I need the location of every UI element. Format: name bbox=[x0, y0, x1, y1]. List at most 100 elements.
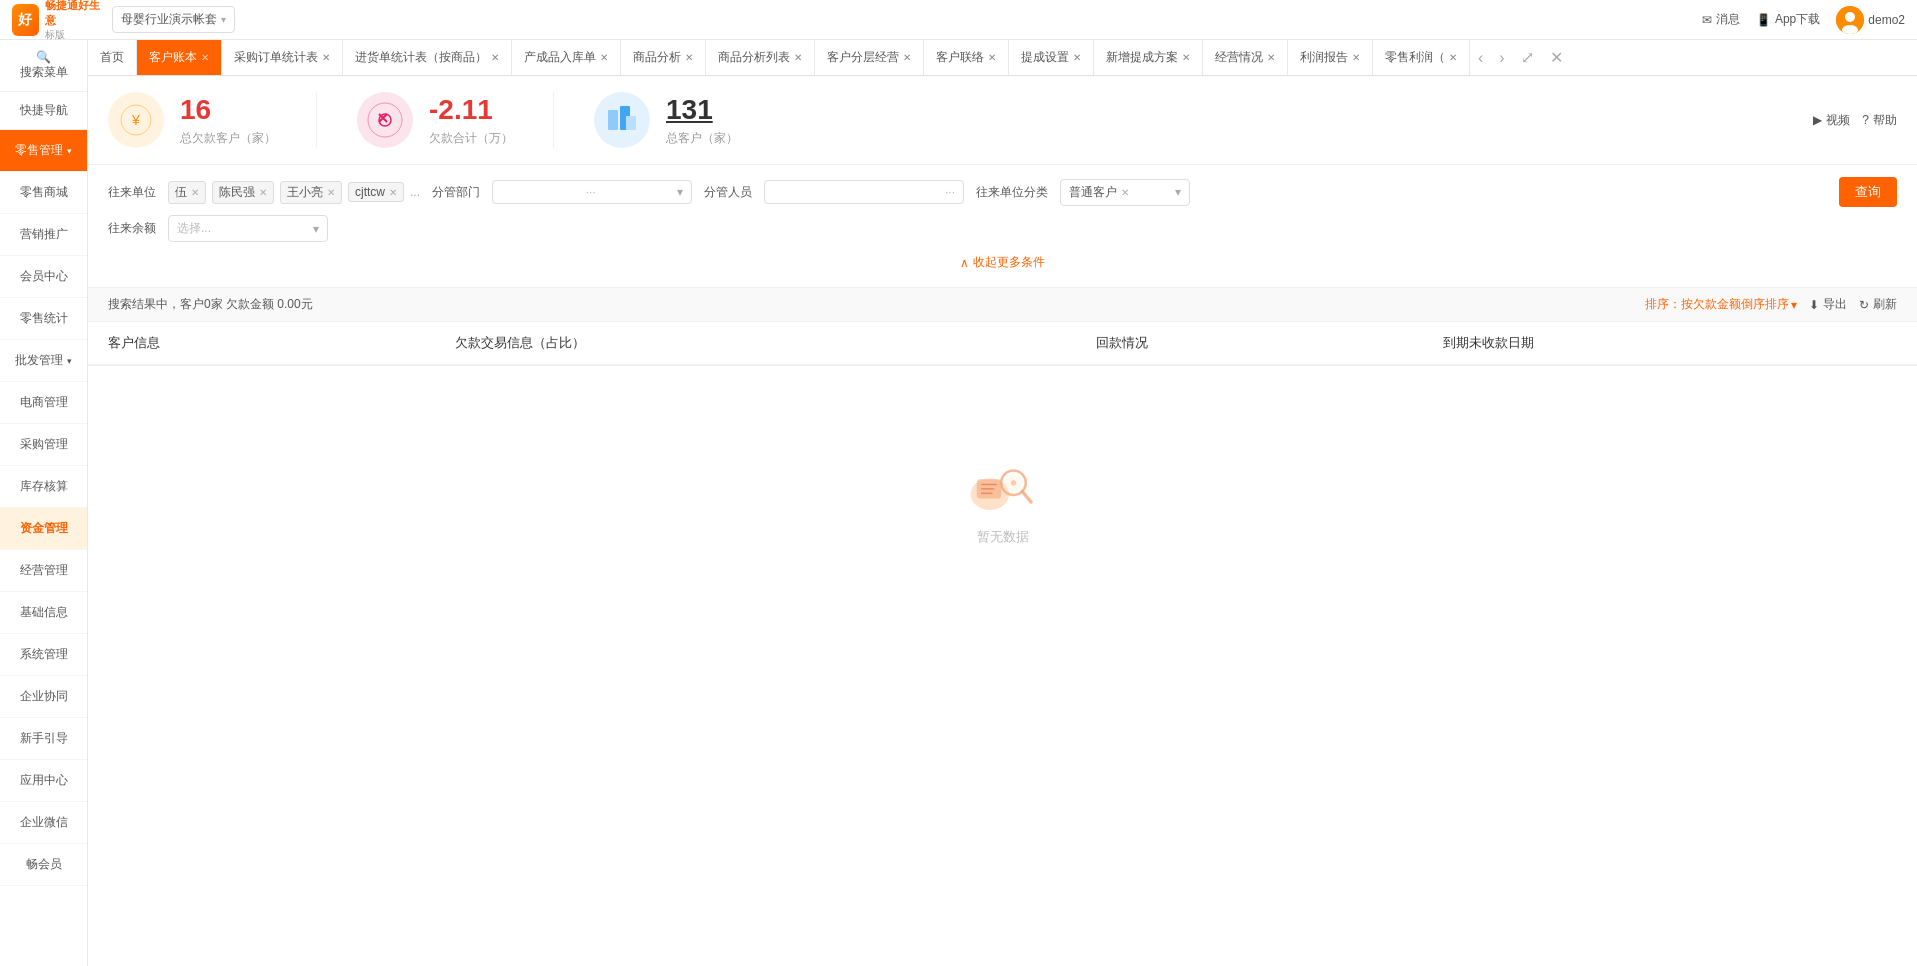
inner-page: ¥ 16 总欠款客户（家） bbox=[88, 76, 1917, 966]
sidebar-item-operation-mgmt[interactable]: 经营管理 bbox=[0, 550, 87, 592]
sidebar-quick-nav[interactable]: 快捷导航 bbox=[0, 92, 87, 130]
filter-dept-label: 分管部门 bbox=[432, 184, 480, 201]
stat-total-debt: -2.11 欠款合计（万） bbox=[357, 92, 554, 148]
sidebar-item-enterprise-wechat[interactable]: 企业微信 bbox=[0, 802, 87, 844]
video-btn[interactable]: ▶ 视频 bbox=[1813, 112, 1850, 129]
table-header-row: 客户信息 欠款交易信息（占比） 回款情况 到期未收款日期 bbox=[88, 322, 1917, 365]
top-right-actions: ✉ 消息 📱 App下载 demo2 bbox=[1702, 6, 1905, 34]
export-btn[interactable]: ⬇ 导出 bbox=[1809, 296, 1847, 313]
remove-tag-1[interactable]: ✕ bbox=[259, 187, 267, 198]
collapse-filter-btn[interactable]: ∧ 收起更多条件 bbox=[108, 250, 1897, 275]
sidebar-item-marketing[interactable]: 营销推广 bbox=[0, 214, 87, 256]
sort-select[interactable]: 排序：按欠款金额倒序排序 ▾ bbox=[1645, 296, 1797, 313]
tab-product-inbound[interactable]: 产成品入库单 ✕ bbox=[512, 40, 621, 75]
tab-purchase-order[interactable]: 采购订单统计表 ✕ bbox=[222, 40, 343, 75]
tab-customer-contact[interactable]: 客户联络 ✕ bbox=[924, 40, 1009, 75]
close-tab-retail-profit[interactable]: ✕ bbox=[1449, 52, 1457, 63]
close-tab-customer-contact[interactable]: ✕ bbox=[988, 52, 996, 63]
tab-inbound-stat[interactable]: 进货单统计表（按商品） ✕ bbox=[343, 40, 512, 75]
tab-account[interactable]: 客户账本 ✕ bbox=[137, 40, 222, 75]
tab-expand-btn[interactable]: ⤢ bbox=[1513, 40, 1542, 75]
sidebar-item-new-guide[interactable]: 新手引导 bbox=[0, 718, 87, 760]
close-tab-profit-report[interactable]: ✕ bbox=[1352, 52, 1360, 63]
sidebar-item-inventory[interactable]: 库存核算 bbox=[0, 466, 87, 508]
sidebar-item-member-center[interactable]: 会员中心 bbox=[0, 256, 87, 298]
sidebar-item-retail-mall[interactable]: 零售商城 bbox=[0, 172, 87, 214]
app-download-btn[interactable]: 📱 App下载 bbox=[1756, 11, 1820, 28]
sidebar-item-app-center[interactable]: 应用中心 bbox=[0, 760, 87, 802]
help-btn[interactable]: ? 帮助 bbox=[1862, 112, 1897, 129]
filter-unit-cat-label: 往来单位分类 bbox=[976, 184, 1048, 201]
tab-profit-report[interactable]: 利润报告 ✕ bbox=[1288, 40, 1373, 75]
message-btn[interactable]: ✉ 消息 bbox=[1702, 11, 1740, 28]
tab-promotion-settings[interactable]: 提成设置 ✕ bbox=[1009, 40, 1094, 75]
tab-prev-btn[interactable]: ‹ bbox=[1470, 40, 1491, 75]
tab-customer-tier[interactable]: 客户分层经营 ✕ bbox=[815, 40, 924, 75]
svg-rect-7 bbox=[608, 110, 618, 130]
stats-right-actions: ▶ 视频 ? 帮助 bbox=[1813, 92, 1897, 148]
person-select[interactable]: ··· bbox=[764, 180, 964, 204]
tab-close-all-btn[interactable]: ✕ bbox=[1542, 40, 1571, 75]
sidebar-item-vip-member[interactable]: 畅会员 bbox=[0, 844, 87, 886]
tab-home[interactable]: 首页 bbox=[88, 40, 137, 75]
close-tab-promotion-settings[interactable]: ✕ bbox=[1073, 52, 1081, 63]
result-summary: 搜索结果中，客户0家 欠款金额 0.00元 bbox=[108, 296, 313, 313]
stat-values-debt: -2.11 欠款合计（万） bbox=[429, 94, 513, 147]
sidebar-search[interactable]: 🔍 搜索菜单 bbox=[0, 40, 87, 92]
logo-text: 畅捷通好生意 标版 bbox=[45, 0, 100, 42]
query-button[interactable]: 查询 bbox=[1839, 177, 1897, 207]
logo-icon: 好 bbox=[12, 4, 39, 36]
close-tab-purchase-order[interactable]: ✕ bbox=[322, 52, 330, 63]
remove-unit-cat[interactable]: ✕ bbox=[1121, 187, 1129, 198]
sidebar-item-batch-mgmt[interactable]: 批发管理 ▾ bbox=[0, 340, 87, 382]
sidebar-item-retail-mgmt[interactable]: 零售管理 ▾ bbox=[0, 130, 87, 172]
filter-tag-1: 陈民强 ✕ bbox=[212, 181, 274, 204]
remove-tag-3[interactable]: ✕ bbox=[389, 187, 397, 198]
sidebar-item-retail-stats[interactable]: 零售统计 bbox=[0, 298, 87, 340]
close-tab-product-inbound[interactable]: ✕ bbox=[600, 52, 608, 63]
refresh-icon: ↻ bbox=[1859, 298, 1869, 312]
tab-new-promotion[interactable]: 新增提成方案 ✕ bbox=[1094, 40, 1203, 75]
more-tags-btn[interactable]: ... bbox=[410, 185, 420, 199]
dept-select[interactable]: ··· ▾ bbox=[492, 180, 692, 204]
tab-retail-profit[interactable]: 零售利润（ ✕ bbox=[1373, 40, 1470, 75]
refresh-btn[interactable]: ↻ 刷新 bbox=[1859, 296, 1897, 313]
remove-tag-2[interactable]: ✕ bbox=[327, 187, 335, 198]
col-debt-info: 欠款交易信息（占比） bbox=[435, 322, 1076, 365]
remain-select[interactable]: 选择... ▾ bbox=[168, 215, 328, 242]
close-tab-account[interactable]: ✕ bbox=[201, 52, 209, 63]
user-avatar-btn[interactable]: demo2 bbox=[1836, 6, 1905, 34]
logo: 好 畅捷通好生意 标版 bbox=[12, 0, 100, 42]
sidebar-item-enterprise-coop[interactable]: 企业协同 bbox=[0, 676, 87, 718]
sidebar-item-purchase-mgmt[interactable]: 采购管理 bbox=[0, 424, 87, 466]
top-bar: 好 畅捷通好生意 标版 母婴行业演示帐套 ▾ ✉ 消息 📱 App下载 demo… bbox=[0, 0, 1917, 40]
close-tab-goods-analysis[interactable]: ✕ bbox=[685, 52, 693, 63]
tab-goods-analysis[interactable]: 商品分析 ✕ bbox=[621, 40, 706, 75]
close-tab-operation[interactable]: ✕ bbox=[1267, 52, 1275, 63]
remove-tag-0[interactable]: ✕ bbox=[191, 187, 199, 198]
tab-bar: 首页 客户账本 ✕ 采购订单统计表 ✕ 进货单统计表（按商品） ✕ 产成品入库单… bbox=[88, 40, 1917, 76]
search-icon: 🔍 bbox=[36, 50, 51, 64]
data-table: 客户信息 欠款交易信息（占比） 回款情况 到期未收款日期 bbox=[88, 322, 1917, 626]
account-selector[interactable]: 母婴行业演示帐套 ▾ bbox=[112, 6, 235, 33]
svg-rect-9 bbox=[626, 116, 636, 130]
chevron-up-icon: ∧ bbox=[960, 256, 969, 270]
sidebar-item-finance-mgmt[interactable]: 资金管理 bbox=[0, 508, 87, 550]
sidebar-item-ecommerce-mgmt[interactable]: 电商管理 bbox=[0, 382, 87, 424]
stat-icon-customers: ¥ bbox=[108, 92, 164, 148]
close-tab-goods-analysis-list[interactable]: ✕ bbox=[794, 52, 802, 63]
close-tab-customer-tier[interactable]: ✕ bbox=[903, 52, 911, 63]
close-tab-inbound-stat[interactable]: ✕ bbox=[491, 52, 499, 63]
result-bar: 搜索结果中，客户0家 欠款金额 0.00元 排序：按欠款金额倒序排序 ▾ ⬇ 导… bbox=[88, 288, 1917, 322]
sidebar: 🔍 搜索菜单 快捷导航 零售管理 ▾ 零售商城 营销推广 会员中心 零售统计 批… bbox=[0, 40, 88, 966]
tab-next-btn[interactable]: › bbox=[1491, 40, 1512, 75]
chevron-down-icon-remain: ▾ bbox=[313, 222, 319, 236]
tab-operation[interactable]: 经营情况 ✕ bbox=[1203, 40, 1288, 75]
sidebar-item-basic-info[interactable]: 基础信息 bbox=[0, 592, 87, 634]
message-icon: ✉ bbox=[1702, 13, 1712, 27]
close-tab-new-promotion[interactable]: ✕ bbox=[1182, 52, 1190, 63]
unit-category-select[interactable]: 普通客户 ✕ ▾ bbox=[1060, 179, 1190, 206]
content-area: 首页 客户账本 ✕ 采购订单统计表 ✕ 进货单统计表（按商品） ✕ 产成品入库单… bbox=[88, 40, 1917, 966]
tab-goods-analysis-list[interactable]: 商品分析列表 ✕ bbox=[706, 40, 815, 75]
sidebar-item-system-mgmt[interactable]: 系统管理 bbox=[0, 634, 87, 676]
